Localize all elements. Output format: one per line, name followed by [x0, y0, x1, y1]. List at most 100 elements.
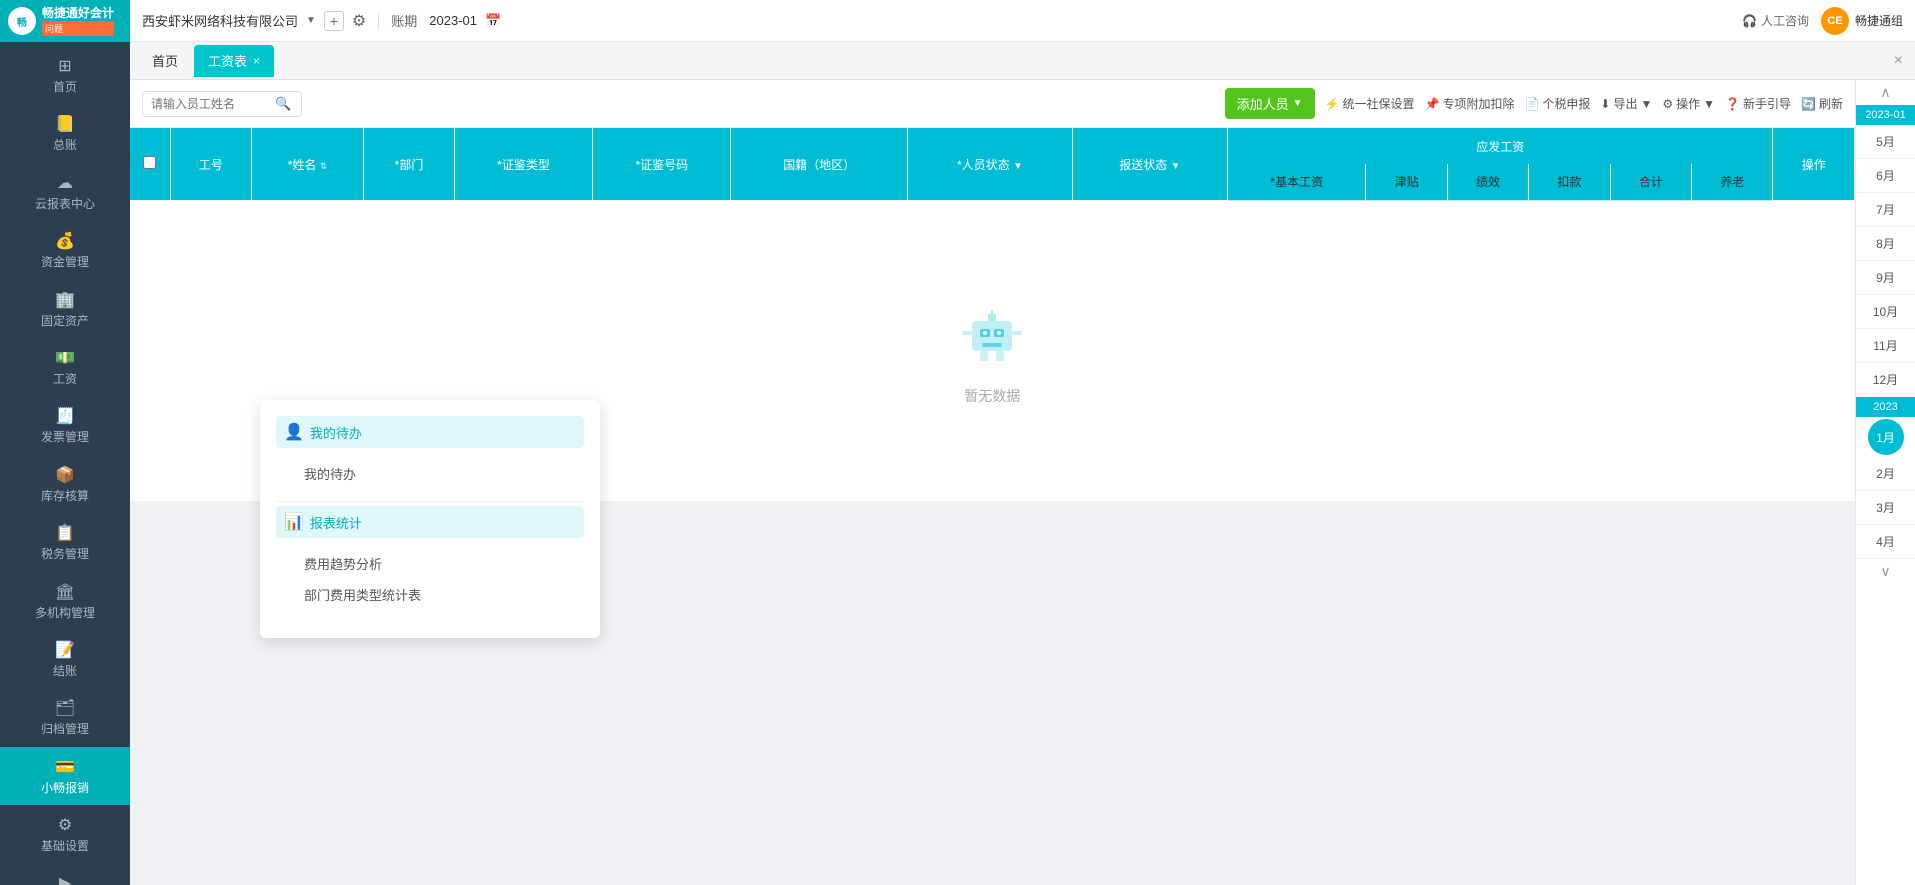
- month-item-5[interactable]: 5月: [1856, 125, 1915, 159]
- sidebar-item-archive[interactable]: 🗂 归档管理: [0, 688, 130, 746]
- th-checkbox[interactable]: [130, 128, 170, 200]
- sidebar-item-expense[interactable]: 💳 小畅报销: [0, 747, 130, 805]
- month-item-4[interactable]: 4月: [1856, 525, 1915, 559]
- popup-item-expense-trend[interactable]: 费用趋势分析: [276, 548, 584, 579]
- multi-org-icon: 🏛: [55, 582, 75, 602]
- search-box[interactable]: 🔍: [142, 91, 302, 117]
- month-item-3[interactable]: 3月: [1856, 491, 1915, 525]
- month-panel-prev[interactable]: ∧: [1856, 80, 1915, 105]
- tab-salary-table[interactable]: 工资表 ×: [194, 45, 274, 77]
- th-operation: 操作: [1773, 128, 1855, 200]
- popup-section-report-title[interactable]: 📊 报表统计: [276, 506, 584, 538]
- special-deduction-button[interactable]: 📌 专项附加扣除: [1424, 95, 1514, 112]
- sidebar-item-fixed-assets[interactable]: 🏢 固定资产: [0, 280, 130, 338]
- operations-button[interactable]: ⚙ 操作 ▼: [1662, 95, 1715, 112]
- settings-icon[interactable]: ⚙: [352, 11, 366, 31]
- popup-pending-label: 我的待办: [310, 423, 362, 442]
- month-item-2[interactable]: 2月: [1856, 457, 1915, 491]
- topbar: 西安虾米网络科技有限公司 ▼ + ⚙ 账期 2023-01 📅 🎧 人工咨询 C…: [130, 0, 1915, 42]
- sidebar-item-tax[interactable]: 📋 税务管理: [0, 513, 130, 571]
- sidebar-item-inventory[interactable]: 📦 库存核算: [0, 455, 130, 513]
- month-item-9[interactable]: 9月: [1856, 261, 1915, 295]
- tax-icon: 📄: [1524, 97, 1539, 111]
- month-item-10[interactable]: 10月: [1856, 295, 1915, 329]
- th-send-status[interactable]: 报送状态 ▼: [1072, 128, 1227, 200]
- service-button[interactable]: 🎧 人工咨询: [1742, 12, 1809, 29]
- select-all-checkbox[interactable]: [143, 156, 156, 169]
- month-item-1[interactable]: 1月: [1868, 419, 1904, 455]
- popup-report-label: 报表统计: [310, 513, 362, 532]
- month-panel-next[interactable]: ∨: [1856, 559, 1915, 584]
- tab-salary-label: 工资表: [208, 51, 247, 70]
- sidebar-label-home: 首页: [53, 80, 77, 94]
- empty-state-icon: [952, 296, 1032, 376]
- month-item-7[interactable]: 7月: [1856, 193, 1915, 227]
- popup-section-pending-title[interactable]: 👤 我的待办: [276, 416, 584, 448]
- popup-divider: [276, 501, 584, 502]
- ops-icon: ⚙: [1662, 97, 1673, 111]
- home-icon: ⊞: [58, 56, 71, 76]
- sidebar-item-fund[interactable]: 💰 资金管理: [0, 221, 130, 279]
- refresh-button[interactable]: 🔄 刷新: [1801, 95, 1843, 112]
- sidebar-item-guide[interactable]: ▶ 新手引导: [0, 863, 130, 885]
- add-company-button[interactable]: +: [324, 11, 344, 31]
- th-person-status[interactable]: *人员状态 ▼: [908, 128, 1073, 200]
- month-item-12[interactable]: 12月: [1856, 363, 1915, 397]
- popup-menu: 👤 我的待办 我的待办 📊 报表统计 费用趋势分析 部门费用类型统计表: [260, 400, 600, 638]
- search-input[interactable]: [151, 97, 271, 111]
- archive-icon: 🗂: [55, 698, 75, 718]
- th-total: 合计: [1610, 164, 1691, 200]
- popup-item-my-pending[interactable]: 我的待办: [276, 458, 584, 489]
- topbar-right: 🎧 人工咨询 CE 畅捷通组: [1742, 7, 1903, 35]
- sidebar-item-invoice[interactable]: 🧾 发票管理: [0, 396, 130, 454]
- search-icon: 🔍: [275, 96, 291, 112]
- avatar-text: CE: [1827, 15, 1842, 27]
- service-label: 人工咨询: [1761, 12, 1809, 29]
- month-current-area: 1月 2月 3月 4月: [1856, 417, 1915, 559]
- logo-badge: 问题: [42, 21, 114, 36]
- export-button[interactable]: ⬇ 导出 ▼: [1600, 95, 1652, 112]
- toolbar-right: 添加人员 ▼ ⚡ 统一社保设置 📌 专项附加扣除 📄 个税申报: [1225, 88, 1843, 119]
- add-person-button[interactable]: 添加人员 ▼: [1225, 88, 1315, 119]
- sidebar-item-closing[interactable]: 📝 结账: [0, 630, 130, 688]
- th-emp-num: 工号: [170, 128, 251, 200]
- logo-icon: 畅: [8, 7, 36, 35]
- sidebar-item-home[interactable]: ⊞ 首页: [0, 46, 130, 104]
- add-person-label: 添加人员: [1237, 94, 1289, 113]
- sidebar-label-tax: 税务管理: [41, 547, 89, 561]
- tabbar: 首页 工资表 × ×: [130, 42, 1915, 80]
- tax-icon: 📋: [55, 523, 75, 543]
- social-insurance-button[interactable]: ⚡ 统一社保设置: [1325, 95, 1415, 112]
- guide-button[interactable]: ❓ 新手引导: [1725, 95, 1791, 112]
- refresh-icon: 🔄: [1801, 97, 1816, 111]
- logo-title: 畅捷通好会计: [42, 6, 114, 20]
- sidebar-item-salary[interactable]: 💵 工资: [0, 338, 130, 396]
- fund-icon: 💰: [55, 231, 75, 251]
- month-item-8[interactable]: 8月: [1856, 227, 1915, 261]
- tab-home[interactable]: 首页: [138, 45, 192, 77]
- cloud-report-icon: ☁: [57, 173, 73, 193]
- special-icon: 📌: [1424, 97, 1439, 111]
- ops-dropdown-icon: ▼: [1703, 97, 1715, 111]
- month-panel: ∧ 2023-01 5月 6月 7月 8月 9月 10月 11月 12月 202…: [1855, 80, 1915, 885]
- month-item-6[interactable]: 6月: [1856, 159, 1915, 193]
- sidebar-item-multi-org[interactable]: 🏛 多机构管理: [0, 572, 130, 630]
- th-name[interactable]: *姓名 ⇅: [251, 128, 363, 200]
- close-panel-icon[interactable]: ×: [1890, 48, 1907, 74]
- topbar-divider: [378, 13, 379, 29]
- th-performance: 绩效: [1447, 164, 1528, 200]
- company-dropdown-icon[interactable]: ▼: [306, 15, 316, 26]
- sidebar-nav: ⊞ 首页 📒 总账 ☁ 云报表中心 💰 资金管理 🏢 固定资产 💵 工资 🧾 发…: [0, 42, 130, 885]
- user-name: 畅捷通组: [1855, 12, 1903, 29]
- personal-tax-button[interactable]: 📄 个税申报: [1524, 95, 1590, 112]
- tab-close-icon[interactable]: ×: [253, 54, 260, 68]
- sidebar-item-settings[interactable]: ⚙ 基础设置: [0, 805, 130, 863]
- th-dept: *部门: [364, 128, 455, 200]
- th-base-salary: *基本工资: [1228, 164, 1366, 200]
- export-icon: ⬇: [1600, 97, 1610, 111]
- calendar-icon[interactable]: 📅: [485, 13, 501, 29]
- sidebar-item-ledger[interactable]: 📒 总账: [0, 104, 130, 162]
- month-item-11[interactable]: 11月: [1856, 329, 1915, 363]
- popup-item-dept-expense[interactable]: 部门费用类型统计表: [276, 579, 584, 610]
- sidebar-item-cloud-report[interactable]: ☁ 云报表中心: [0, 163, 130, 221]
